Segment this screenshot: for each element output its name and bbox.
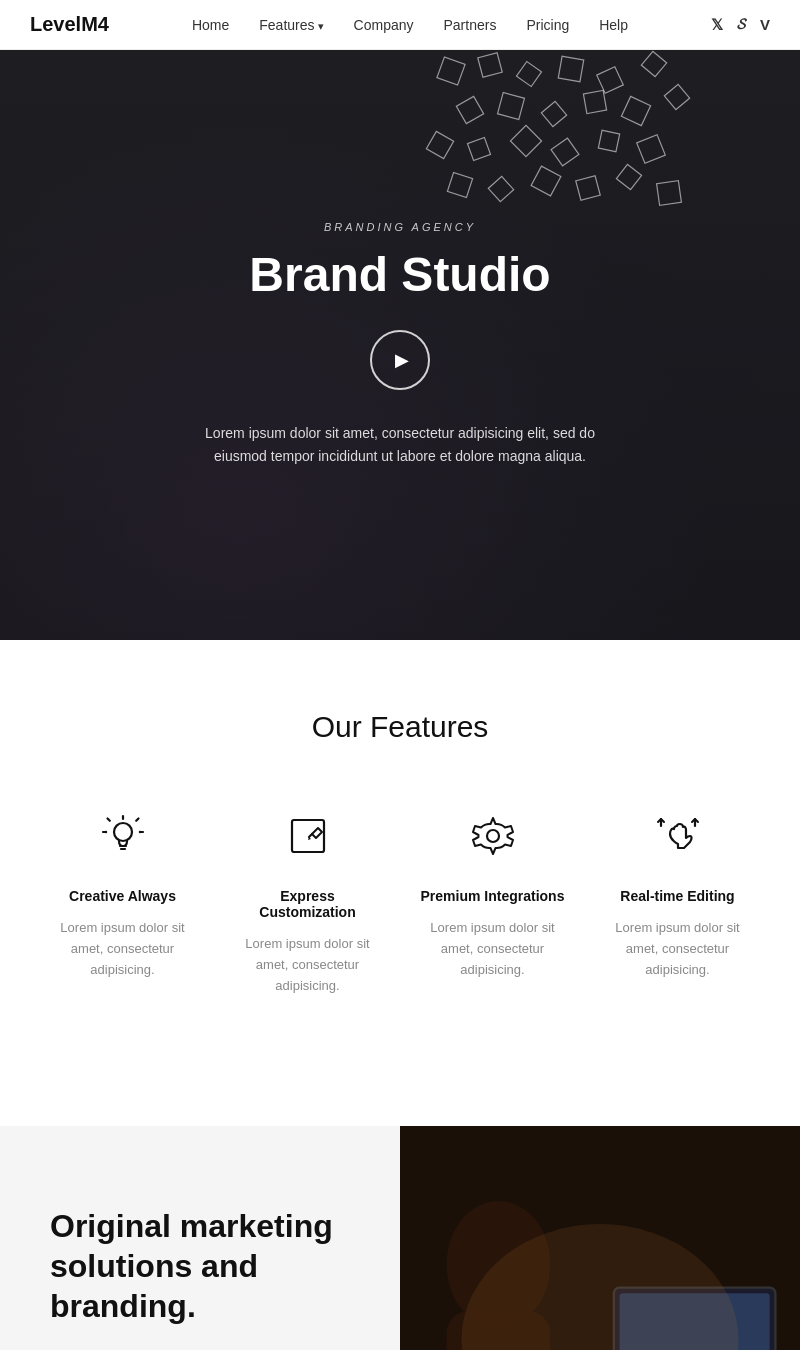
nav-company[interactable]: Company: [354, 17, 414, 33]
feature-creative-name: Creative Always: [69, 888, 176, 904]
feature-integrations: Premium Integrations Lorem ipsum dolor s…: [410, 794, 575, 1006]
bulb-icon: [91, 804, 155, 868]
gear-icon: [461, 804, 525, 868]
hero-section: BRANDING AGENCY Brand Studio Lorem ipsum…: [0, 50, 800, 640]
svg-point-36: [487, 830, 499, 842]
svg-point-24: [114, 823, 132, 841]
nav-help[interactable]: Help: [599, 17, 628, 33]
nav-pricing[interactable]: Pricing: [526, 17, 569, 33]
vimeo-icon[interactable]: V: [760, 16, 770, 34]
feature-creative: Creative Always Lorem ipsum dolor sit am…: [40, 794, 205, 1006]
nav-links: Home Features Company Partners Pricing H…: [192, 16, 628, 34]
marketing-title: Original marketing solutions and brandin…: [50, 1206, 350, 1326]
feature-creative-desc: Lorem ipsum dolor sit amet, consectetur …: [50, 918, 195, 980]
feature-realtime: Real-time Editing Lorem ipsum dolor sit …: [595, 794, 760, 1006]
nav-partners[interactable]: Partners: [444, 17, 497, 33]
svg-point-33: [138, 831, 140, 833]
brand-logo[interactable]: LevelM4: [30, 13, 109, 36]
features-grid: Creative Always Lorem ipsum dolor sit am…: [40, 794, 760, 1006]
svg-line-35: [309, 834, 312, 837]
feature-customization: Express Customization Lorem ipsum dolor …: [225, 794, 390, 1006]
marketing-section: Original marketing solutions and brandin…: [0, 1126, 800, 1350]
marketing-image: [400, 1126, 800, 1350]
nav-home[interactable]: Home: [192, 17, 229, 33]
hero-subtitle: BRANDING AGENCY: [324, 221, 476, 233]
feature-integrations-desc: Lorem ipsum dolor sit amet, consectetur …: [420, 918, 565, 980]
navbar: LevelM4 Home Features Company Partners P…: [0, 0, 800, 50]
svg-line-29: [136, 819, 138, 821]
social-links: 𝕏 𝓢 V: [711, 16, 770, 34]
hero-title: Brand Studio: [249, 249, 550, 302]
marketing-text: Original marketing solutions and brandin…: [0, 1126, 400, 1350]
features-title: Our Features: [40, 710, 760, 744]
feature-customization-name: Express Customization: [235, 888, 380, 920]
feature-customization-desc: Lorem ipsum dolor sit amet, consectetur …: [235, 934, 380, 996]
feature-realtime-name: Real-time Editing: [620, 888, 734, 904]
play-button[interactable]: [370, 330, 430, 390]
nav-features[interactable]: Features: [259, 17, 323, 33]
svg-line-28: [107, 819, 109, 821]
features-section: Our Features: [0, 640, 800, 1066]
svg-point-32: [104, 831, 106, 833]
edit-icon: [276, 804, 340, 868]
feature-integrations-name: Premium Integrations: [421, 888, 565, 904]
twitter-icon[interactable]: 𝕏: [711, 16, 723, 34]
hero-description: Lorem ipsum dolor sit amet, consectetur …: [190, 422, 610, 470]
skype-icon[interactable]: 𝓢: [737, 16, 746, 34]
feature-realtime-desc: Lorem ipsum dolor sit amet, consectetur …: [605, 918, 750, 980]
hero-content: BRANDING AGENCY Brand Studio Lorem ipsum…: [0, 50, 800, 640]
touch-icon: [646, 804, 710, 868]
